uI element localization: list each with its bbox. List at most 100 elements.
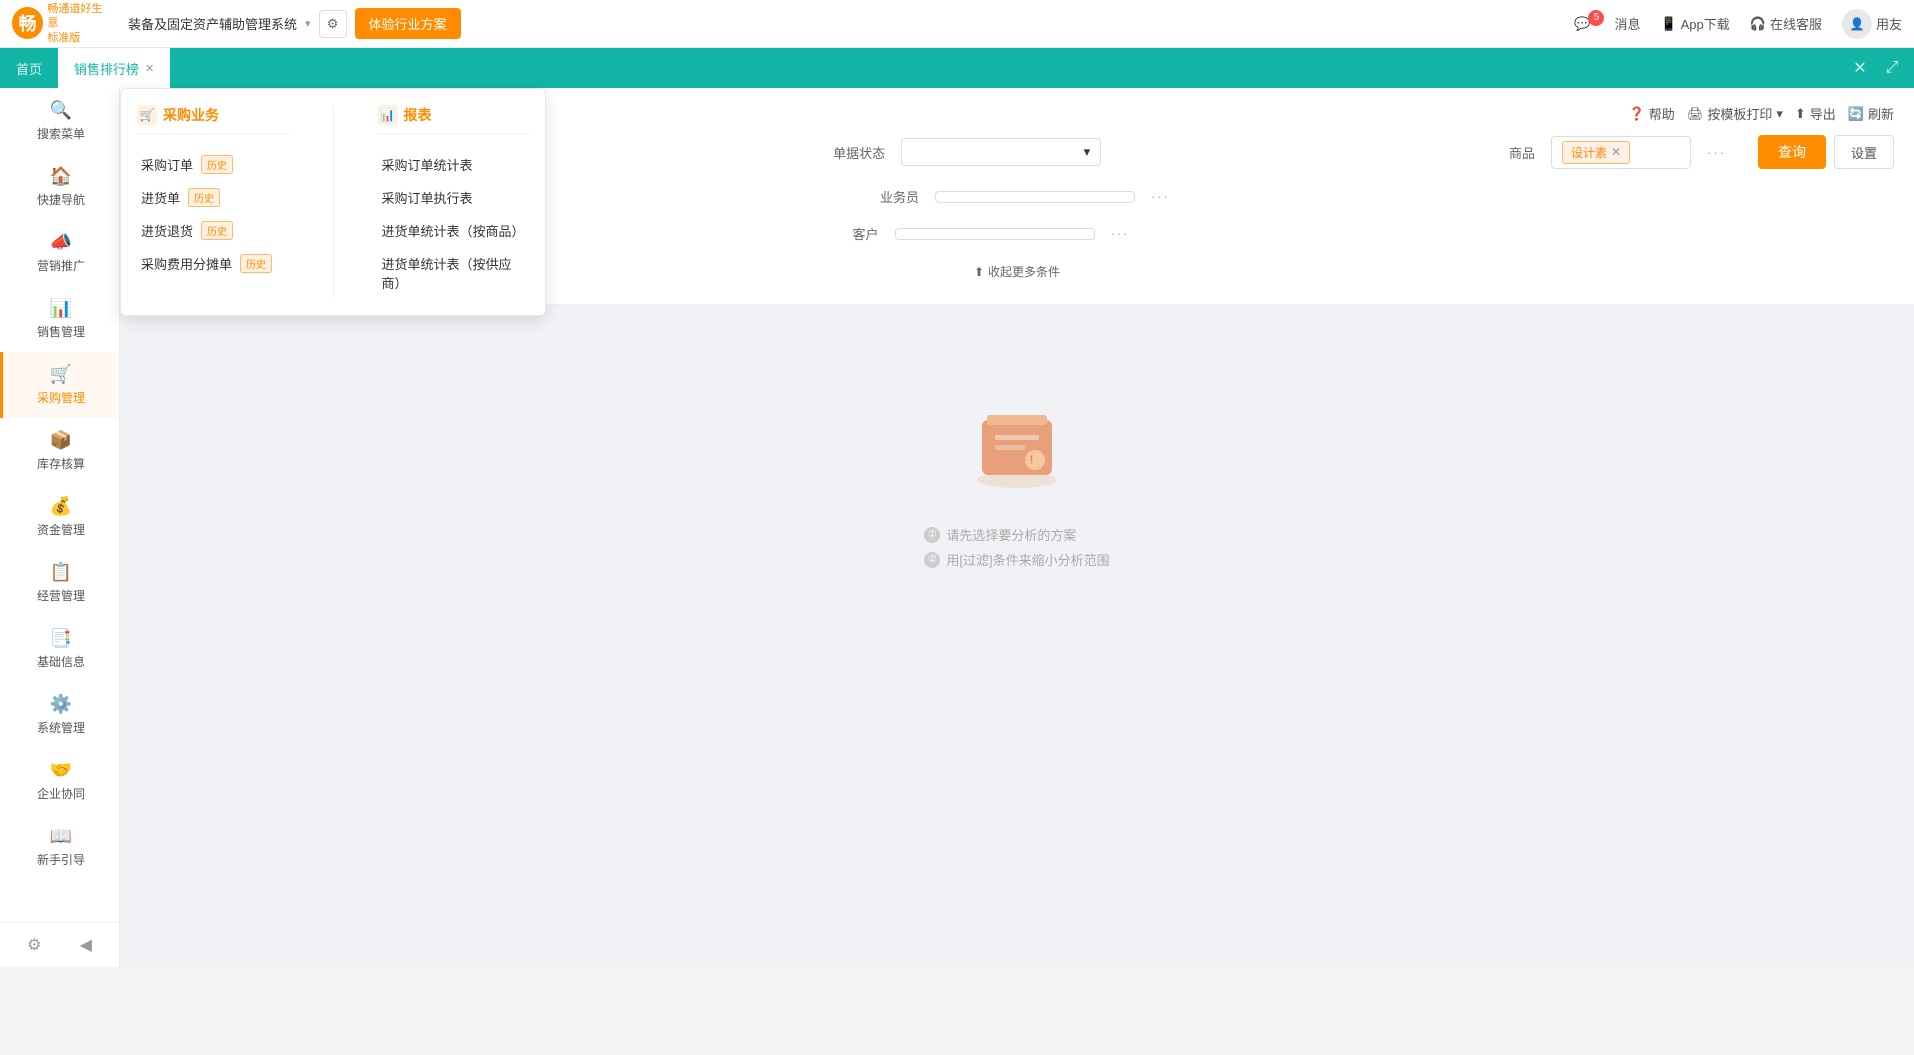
dropdown-item-expense[interactable]: 采购费用分摊单 历史 [137, 247, 289, 280]
section-divider [333, 105, 334, 299]
tab-close-icon[interactable]: ✕ [145, 62, 154, 75]
sidebar-item-sales[interactable]: 📊 销售管理 [0, 286, 119, 352]
topbar-right: 💬 5 消息 📱 App下载 🎧 在线客服 👤 用友 [1574, 9, 1902, 39]
goods-more-button[interactable]: ··· [1707, 145, 1726, 160]
print-dropdown-icon[interactable]: ▾ [1776, 106, 1783, 122]
dropdown-purchase-section: 🛒 采购业务 采购订单 历史 进货单 历史 进货退货 历史 采购费用分摊单 历史 [137, 105, 289, 299]
sidebar-item-purchase[interactable]: 🛒 采购管理 [0, 352, 119, 418]
customer-more-button[interactable]: ··· [1111, 226, 1130, 241]
operations-icon: 📋 [50, 562, 72, 583]
select-arrow-icon: ▾ [1084, 144, 1091, 160]
online-service-button[interactable]: 🎧 在线客服 [1750, 14, 1822, 33]
dropdown-item-purchase-order[interactable]: 采购订单 历史 [137, 148, 289, 181]
settings-button[interactable]: 设置 [1834, 135, 1894, 169]
collapse-icon: ⬆ [974, 265, 984, 279]
sidebar-item-operations[interactable]: 📋 经营管理 [0, 550, 119, 616]
goods-tag-close[interactable]: ✕ [1611, 145, 1621, 159]
salesperson-select[interactable] [935, 191, 1135, 203]
goods-filter[interactable]: 设计素 ✕ [1551, 136, 1691, 169]
history-badge-0: 历史 [201, 155, 233, 174]
dropdown-item-report-inbound-supplier[interactable]: 进货单统计表（按供应商） [378, 247, 530, 299]
home-icon: 🏠 [50, 166, 72, 187]
history-badge-2: 历史 [201, 221, 233, 240]
tabbar: 首页 销售排行榜 ✕ ✕ ⤢ [0, 48, 1914, 88]
logo: 畅 畅通道好生意 标准版 [12, 2, 112, 45]
salesperson-more-button[interactable]: ··· [1151, 189, 1170, 204]
print-icon: 🖨 [1687, 106, 1704, 122]
empty-hint1: 请先选择要分析的方案 [946, 525, 1076, 544]
dropdown-item-report-inbound-goods[interactable]: 进货单统计表（按商品） [378, 214, 530, 247]
logo-icon: 畅 [12, 7, 43, 39]
export-icon: ⬆ [1795, 106, 1806, 122]
sidebar-item-finance[interactable]: 💰 资金管理 [0, 484, 119, 550]
step2-num: ② [924, 552, 940, 568]
guide-icon: 📖 [50, 826, 72, 847]
inventory-icon: 📦 [50, 430, 72, 451]
empty-illustration: ! [957, 385, 1077, 505]
marketing-icon: 📣 [50, 232, 72, 253]
tab-home[interactable]: 首页 [0, 48, 58, 88]
industry-solution-button[interactable]: 体验行业方案 [355, 8, 461, 39]
message-badge: 5 [1588, 10, 1604, 26]
goods-label: 商品 [1509, 143, 1535, 162]
purchase-section-title: 🛒 采购业务 [137, 105, 289, 134]
export-button[interactable]: ⬆ 导出 [1795, 104, 1836, 123]
message-button[interactable]: 💬 5 消息 [1574, 14, 1640, 33]
report-section-icon: 📊 [378, 105, 398, 125]
step1-num: ① [924, 527, 940, 543]
close-tab-button[interactable]: ✕ [1846, 54, 1874, 82]
purchase-icon: 🛒 [50, 364, 72, 385]
history-badge-3: 历史 [240, 254, 272, 273]
purchase-section-icon: 🛒 [137, 105, 157, 125]
sidebar-item-inventory[interactable]: 📦 库存核算 [0, 418, 119, 484]
user-button[interactable]: 👤 用友 [1842, 9, 1902, 39]
tab-sales-rank[interactable]: 销售排行榜 ✕ [58, 48, 170, 88]
goods-tag: 设计素 ✕ [1562, 141, 1630, 164]
query-button[interactable]: 查询 [1758, 135, 1826, 169]
expand-button[interactable]: ⤢ [1878, 54, 1906, 82]
sidebar-item-search[interactable]: 🔍 搜索菜单 [0, 88, 119, 154]
customer-select[interactable] [895, 228, 1095, 240]
logo-text: 畅通道好生意 标准版 [47, 2, 112, 45]
help-button[interactable]: ❓ 帮助 [1629, 104, 1675, 123]
sidebar-item-quick-nav[interactable]: 🏠 快捷导航 [0, 154, 119, 220]
help-icon: ❓ [1629, 106, 1645, 122]
history-badge-1: 历史 [188, 188, 220, 207]
system-name-area: 装备及固定资产辅助管理系统 ▾ ⚙ 体验行业方案 [128, 8, 1574, 39]
refresh-icon: 🔄 [1848, 106, 1864, 122]
sidebar-item-guide[interactable]: 📖 新手引导 [0, 814, 119, 880]
topbar: 畅 畅通道好生意 标准版 装备及固定资产辅助管理系统 ▾ ⚙ 体验行业方案 💬 … [0, 0, 1914, 48]
dropdown-item-inbound[interactable]: 进货单 历史 [137, 181, 289, 214]
refresh-button[interactable]: 🔄 刷新 [1848, 104, 1894, 123]
print-button[interactable]: 🖨 按模板打印 ▾ [1687, 104, 1783, 123]
settings-gear-button[interactable]: ⚙ [319, 10, 347, 38]
sales-icon: 📊 [50, 298, 72, 319]
phone-icon: 📱 [1660, 16, 1676, 32]
basic-info-icon: 📑 [50, 628, 72, 649]
dropdown-arrow-icon[interactable]: ▾ [305, 17, 311, 30]
bottom-settings-button[interactable]: ⚙ [27, 935, 41, 955]
dropdown-item-report-order-exec[interactable]: 采购订单执行表 [378, 181, 530, 214]
finance-icon: 💰 [50, 496, 72, 517]
status-label: 单据状态 [833, 143, 885, 162]
salesperson-label: 业务员 [880, 187, 919, 206]
headset-icon: 🎧 [1750, 16, 1766, 32]
sidebar-item-system[interactable]: ⚙️ 系统管理 [0, 682, 119, 748]
system-icon: ⚙️ [50, 694, 72, 715]
report-section-title: 📊 报表 [378, 105, 530, 134]
empty-hint2: 用[过滤]条件来缩小分析范围 [946, 550, 1109, 569]
toolbar-right: ❓ 帮助 🖨 按模板打印 ▾ ⬆ 导出 🔄 刷新 [1629, 104, 1894, 123]
sidebar-item-marketing[interactable]: 📣 营销推广 [0, 220, 119, 286]
status-select[interactable]: ▾ [901, 138, 1101, 166]
sidebar-item-basic-info[interactable]: 📑 基础信息 [0, 616, 119, 682]
bottom-collapse-button[interactable]: ◀ [80, 935, 92, 955]
purchase-dropdown-menu: 🛒 采购业务 采购订单 历史 进货单 历史 进货退货 历史 采购费用分摊单 历史… [120, 88, 546, 316]
dropdown-item-report-order-stats[interactable]: 采购订单统计表 [378, 148, 530, 181]
action-buttons: 查询 设置 [1758, 135, 1894, 169]
sidebar-item-enterprise[interactable]: 🤝 企业协同 [0, 748, 119, 814]
sidebar-bottom: ⚙ ◀ [0, 922, 119, 967]
dropdown-item-return[interactable]: 进货退货 历史 [137, 214, 289, 247]
empty-state: ! ① 请先选择要分析的方案 ② 用[过滤]条件来缩小分析范围 [120, 305, 1914, 655]
app-download-button[interactable]: 📱 App下载 [1660, 14, 1729, 33]
search-icon: 🔍 [50, 100, 72, 121]
